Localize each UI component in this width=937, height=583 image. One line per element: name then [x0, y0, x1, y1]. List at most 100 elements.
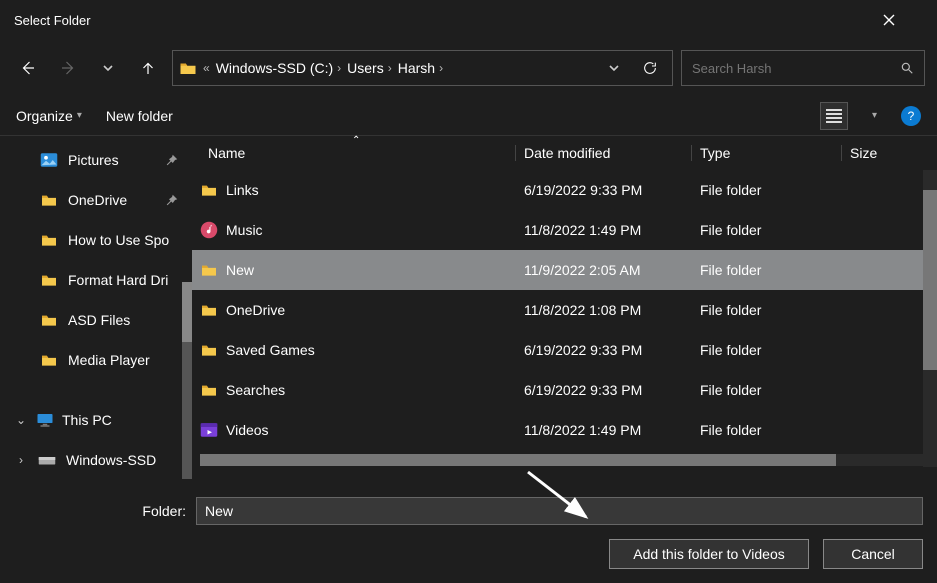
chevron-right-icon[interactable]: ›	[14, 453, 28, 467]
horizontal-scrollbar[interactable]	[200, 454, 923, 466]
sidebar-scrollbar[interactable]	[182, 282, 192, 479]
file-name: New	[226, 262, 254, 278]
folder-icon	[40, 233, 58, 247]
footer: Folder: Add this folder to Videos Cancel	[0, 487, 937, 583]
file-row[interactable]: Searches 6/19/2022 9:33 PMFile folder	[192, 370, 937, 410]
sidebar-this-pc[interactable]: ⌄ This PC	[0, 400, 192, 440]
content-area: Pictures OneDrive How to Use Spo Format Har…	[0, 136, 937, 487]
sidebar-item[interactable]: How to Use Spo	[0, 220, 192, 260]
file-row[interactable]: New11/9/2022 2:05 AMFile folder	[192, 250, 937, 290]
file-row[interactable]: Music 11/8/2022 1:49 PMFile folder	[192, 210, 937, 250]
chevron-down-icon: ▾	[77, 110, 82, 121]
add-folder-button[interactable]: Add this folder to Videos	[609, 539, 809, 569]
chevron-down-icon[interactable]: ⌄	[14, 413, 28, 427]
pin-icon	[166, 194, 178, 206]
view-mode-button[interactable]	[820, 102, 848, 130]
file-date: 6/19/2022 9:33 PM	[516, 182, 692, 198]
window-title: Select Folder	[14, 13, 91, 28]
chevron-right-icon: ›	[388, 61, 392, 75]
folder-icon	[200, 383, 218, 397]
file-date: 11/8/2022 1:49 PM	[516, 422, 692, 438]
sidebar-label: This PC	[62, 412, 112, 428]
breadcrumb-item[interactable]: Harsh›	[398, 60, 443, 76]
folder-input[interactable]	[196, 497, 923, 525]
file-date: 11/8/2022 1:49 PM	[516, 222, 692, 238]
folder-label: Folder:	[14, 503, 186, 519]
back-button[interactable]	[12, 52, 44, 84]
folder-icon	[40, 273, 58, 287]
file-date: 11/8/2022 1:08 PM	[516, 302, 692, 318]
column-header-date[interactable]: Date modified	[516, 145, 692, 161]
sidebar-label: Pictures	[68, 152, 119, 168]
music-icon	[200, 221, 218, 239]
sidebar-label: Windows-SSD	[66, 452, 156, 468]
breadcrumb-item[interactable]: Windows-SSD (C:)›	[216, 60, 341, 76]
file-date: 11/9/2022 2:05 AM	[516, 262, 692, 278]
file-row[interactable]: Saved Games 6/19/2022 9:33 PMFile folder	[192, 330, 937, 370]
sidebar-label: Media Player	[68, 352, 150, 368]
sidebar-label: Format Hard Dri	[68, 272, 168, 288]
chevron-right-icon: ›	[439, 61, 443, 75]
column-headers: ⌃ Name Date modified Type Size	[192, 136, 937, 170]
column-header-type[interactable]: Type	[692, 145, 842, 161]
sidebar-item[interactable]: ASD Files	[0, 300, 192, 340]
forward-button[interactable]	[52, 52, 84, 84]
sidebar-label: How to Use Spo	[68, 232, 169, 248]
pictures-icon	[40, 152, 58, 168]
folder-icon	[179, 59, 197, 77]
view-mode-dropdown[interactable]: ▾	[872, 110, 877, 121]
sidebar: Pictures OneDrive How to Use Spo Format Har…	[0, 136, 192, 487]
refresh-button[interactable]	[634, 60, 666, 76]
drive-icon	[38, 453, 56, 467]
file-type: File folder	[692, 422, 842, 438]
sidebar-item[interactable]: Format Hard Dri	[0, 260, 192, 300]
file-name: Videos	[226, 422, 269, 438]
file-row[interactable]: Videos 11/8/2022 1:49 PMFile folder	[192, 410, 937, 450]
search-icon	[900, 61, 914, 75]
breadcrumb-item[interactable]: Users›	[347, 60, 392, 76]
cancel-button[interactable]: Cancel	[823, 539, 923, 569]
file-type: File folder	[692, 382, 842, 398]
file-name: OneDrive	[226, 302, 285, 318]
nav-row: « Windows-SSD (C:)› Users› Harsh›	[0, 40, 937, 96]
sidebar-drive[interactable]: › Windows-SSD	[0, 440, 192, 480]
file-row[interactable]: Links6/19/2022 9:33 PMFile folder	[192, 170, 937, 210]
titlebar: Select Folder	[0, 0, 937, 40]
address-history-dropdown[interactable]	[600, 62, 628, 74]
sidebar-item[interactable]: OneDrive	[0, 180, 192, 220]
breadcrumb-overflow[interactable]: «	[203, 61, 210, 75]
file-row[interactable]: OneDrive11/8/2022 1:08 PMFile folder	[192, 290, 937, 330]
folder-icon	[40, 193, 58, 207]
new-folder-button[interactable]: New folder	[106, 108, 173, 124]
toolbar: Organize ▾ New folder ▾ ?	[0, 96, 937, 136]
file-list: ⌃ Name Date modified Type Size Links 6/19…	[192, 136, 937, 487]
sort-indicator-icon: ⌃	[352, 135, 360, 146]
file-name: Searches	[226, 382, 285, 398]
sidebar-item[interactable]: Media Player	[0, 340, 192, 380]
up-button[interactable]	[132, 52, 164, 84]
pin-icon	[166, 154, 178, 166]
search-box[interactable]	[681, 50, 925, 86]
folder-icon	[40, 353, 58, 367]
file-name: Music	[226, 222, 263, 238]
column-header-size[interactable]: Size	[842, 145, 937, 161]
address-bar[interactable]: « Windows-SSD (C:)› Users› Harsh›	[172, 50, 673, 86]
search-input[interactable]	[692, 61, 900, 76]
folder-icon	[200, 263, 218, 277]
chevron-right-icon: ›	[337, 61, 341, 75]
recent-dropdown[interactable]	[92, 52, 124, 84]
folder-icon	[200, 343, 218, 357]
file-type: File folder	[692, 222, 842, 238]
file-name: Saved Games	[226, 342, 315, 358]
file-date: 6/19/2022 9:33 PM	[516, 382, 692, 398]
column-header-name[interactable]: Name	[192, 145, 516, 161]
close-button[interactable]	[883, 14, 923, 26]
organize-menu[interactable]: Organize ▾	[16, 108, 82, 124]
file-type: File folder	[692, 342, 842, 358]
help-button[interactable]: ?	[901, 106, 921, 126]
sidebar-item[interactable]: Pictures	[0, 140, 192, 180]
folder-icon	[200, 303, 218, 317]
file-name: Links	[226, 182, 259, 198]
file-date: 6/19/2022 9:33 PM	[516, 342, 692, 358]
vertical-scrollbar[interactable]	[923, 170, 937, 467]
